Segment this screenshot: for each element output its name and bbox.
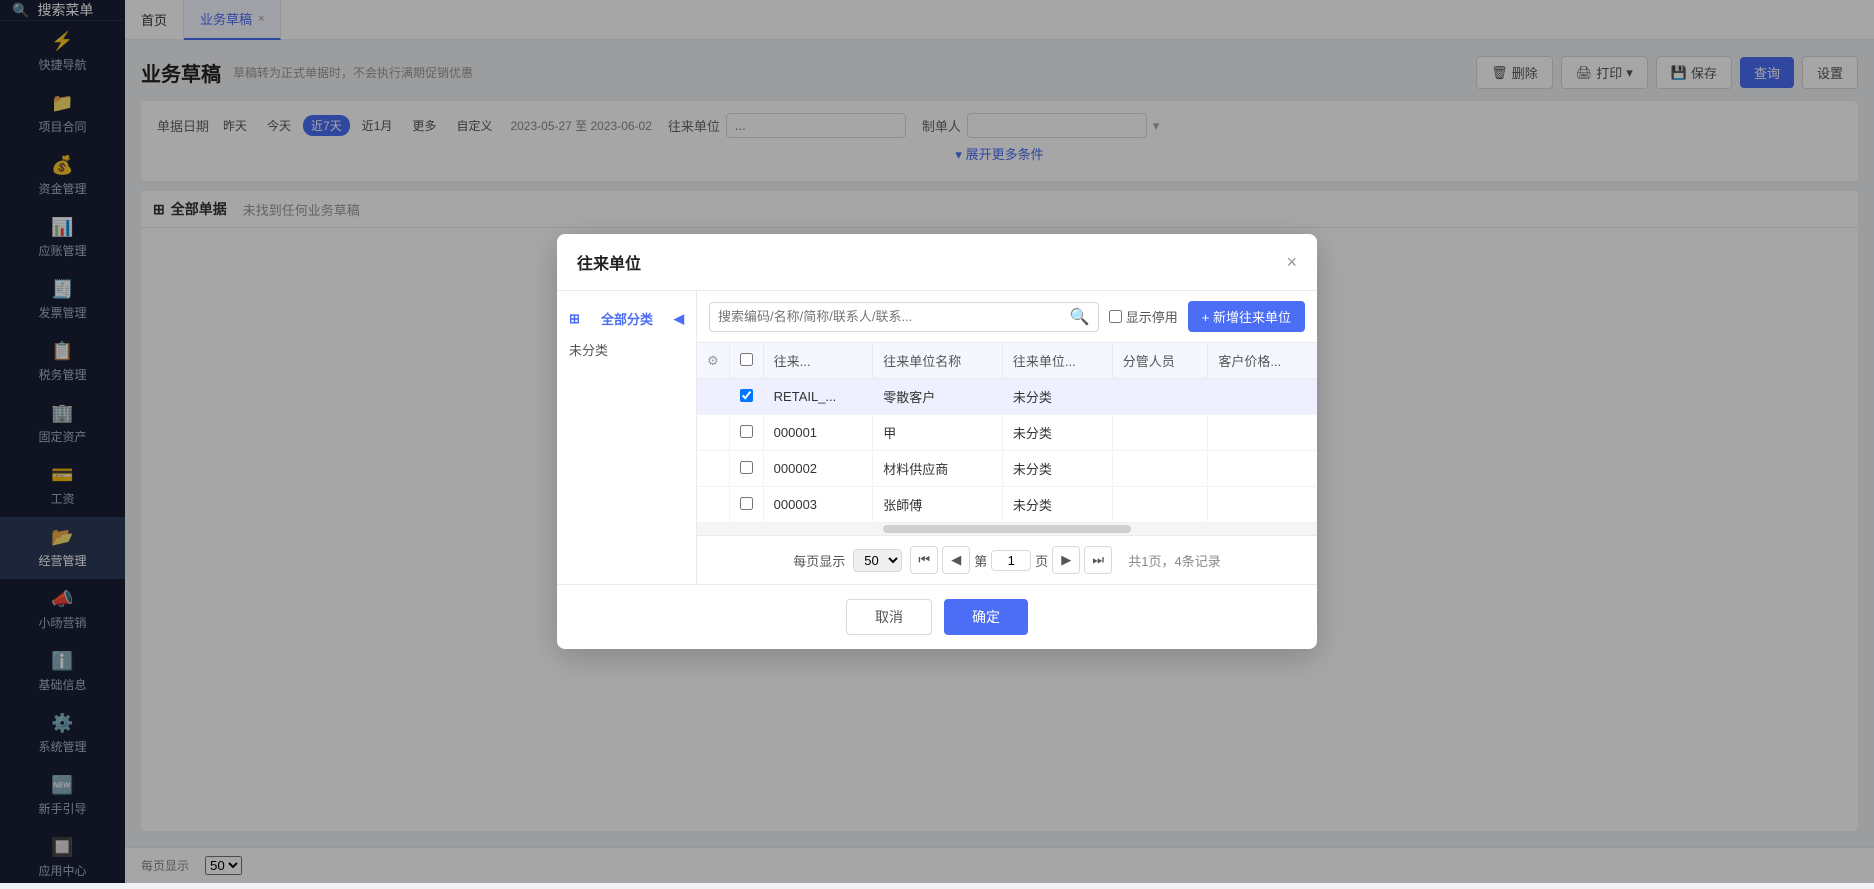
row-settings	[697, 451, 729, 487]
row-checkbox	[729, 487, 763, 523]
category-uncategorized[interactable]: 未分类	[557, 334, 696, 365]
search-wrap: 🔍	[709, 302, 1099, 332]
row-category: 未分类	[1002, 415, 1112, 451]
right-panel: 🔍 显示停用 + 新增往来单位 ⚙	[697, 291, 1317, 584]
partner-dialog: 往来单位 × ⊞ 全部分类 ◀ 未分类 🔍	[557, 234, 1317, 649]
row-settings	[697, 415, 729, 451]
table-row[interactable]: RETAIL_... 零散客户 未分类	[697, 379, 1317, 415]
col-manager: 分管人员	[1112, 343, 1208, 379]
table-row[interactable]: 000003 张師傅 未分类	[697, 487, 1317, 523]
row-price	[1208, 487, 1317, 523]
page-nav: ⏮ ◀ 第 1 页 ▶ ⏭	[910, 546, 1112, 574]
table-row[interactable]: 000001 甲 未分类	[697, 415, 1317, 451]
row-settings	[697, 487, 729, 523]
col-price: 客户价格...	[1208, 343, 1317, 379]
row-category: 未分类	[1002, 487, 1112, 523]
row-checkbox	[729, 451, 763, 487]
scrollbar-thumb	[883, 525, 1131, 533]
show-disabled-wrap: 显示停用	[1109, 307, 1178, 326]
col-category: 往来单位...	[1002, 343, 1112, 379]
collapse-icon: ◀	[674, 311, 684, 327]
dialog-body: ⊞ 全部分类 ◀ 未分类 🔍 显示停用	[557, 291, 1317, 584]
row-checkbox	[729, 379, 763, 415]
modal-overlay: 往来单位 × ⊞ 全部分类 ◀ 未分类 🔍	[0, 0, 1874, 883]
per-page-select[interactable]: 50	[853, 549, 902, 572]
row-category: 未分类	[1002, 379, 1112, 415]
table-row[interactable]: 000002 材料供应商 未分类	[697, 451, 1317, 487]
row-manager	[1112, 415, 1208, 451]
confirm-button[interactable]: 确定	[944, 599, 1028, 635]
select-all-checkbox[interactable]	[740, 353, 753, 366]
row-name: 零散客户	[873, 379, 1003, 415]
col-settings: ⚙	[697, 343, 729, 379]
row-code: 000001	[763, 415, 873, 451]
page-number-input[interactable]: 1	[991, 550, 1031, 571]
row-check-4[interactable]	[740, 497, 753, 510]
dialog-close-button[interactable]: ×	[1286, 252, 1297, 273]
prev-page-button[interactable]: ◀	[942, 546, 970, 574]
row-check-1[interactable]	[740, 389, 753, 402]
row-code: 000002	[763, 451, 873, 487]
dialog-title: 往来单位	[577, 250, 641, 274]
search-input[interactable]	[718, 309, 1064, 324]
row-settings	[697, 379, 729, 415]
dialog-footer: 取消 确定	[557, 584, 1317, 649]
row-manager	[1112, 379, 1208, 415]
category-panel: ⊞ 全部分类 ◀ 未分类	[557, 291, 697, 584]
dialog-header: 往来单位 ×	[557, 234, 1317, 291]
pagination: 每页显示 50 ⏮ ◀ 第 1 页 ▶ ⏭ 共1页，4条记录	[697, 535, 1317, 584]
category-all-header[interactable]: ⊞ 全部分类 ◀	[557, 303, 696, 334]
per-page-label: 每页显示	[793, 551, 845, 570]
row-check-3[interactable]	[740, 461, 753, 474]
page-label: 页	[1035, 551, 1048, 570]
total-info: 共1页，4条记录	[1128, 551, 1220, 570]
col-code: 往来...	[763, 343, 873, 379]
first-page-button[interactable]: ⏮	[910, 546, 938, 574]
show-disabled-label: 显示停用	[1126, 307, 1178, 326]
row-manager	[1112, 451, 1208, 487]
add-partner-button[interactable]: + 新增往来单位	[1188, 301, 1305, 332]
dialog-table: ⚙ 往来... 往来单位名称 往来单位... 分管人员 客户价格...	[697, 343, 1317, 523]
page-text: 第	[974, 551, 987, 570]
row-manager	[1112, 487, 1208, 523]
row-price	[1208, 379, 1317, 415]
table-header-row: ⚙ 往来... 往来单位名称 往来单位... 分管人员 客户价格...	[697, 343, 1317, 379]
col-name: 往来单位名称	[873, 343, 1003, 379]
horizontal-scrollbar[interactable]	[697, 523, 1317, 535]
row-name: 甲	[873, 415, 1003, 451]
row-code: 000003	[763, 487, 873, 523]
row-name: 材料供应商	[873, 451, 1003, 487]
search-icon: 🔍	[1070, 307, 1090, 327]
row-code: RETAIL_...	[763, 379, 873, 415]
row-price	[1208, 451, 1317, 487]
next-page-button[interactable]: ▶	[1052, 546, 1080, 574]
row-check-2[interactable]	[740, 425, 753, 438]
show-disabled-checkbox[interactable]	[1109, 310, 1122, 323]
row-category: 未分类	[1002, 451, 1112, 487]
col-checkbox	[729, 343, 763, 379]
right-toolbar: 🔍 显示停用 + 新增往来单位	[697, 291, 1317, 343]
row-name: 张師傅	[873, 487, 1003, 523]
last-page-button[interactable]: ⏭	[1084, 546, 1112, 574]
grid-icon: ⊞	[569, 311, 580, 327]
cancel-button[interactable]: 取消	[846, 599, 932, 635]
row-price	[1208, 415, 1317, 451]
row-checkbox	[729, 415, 763, 451]
